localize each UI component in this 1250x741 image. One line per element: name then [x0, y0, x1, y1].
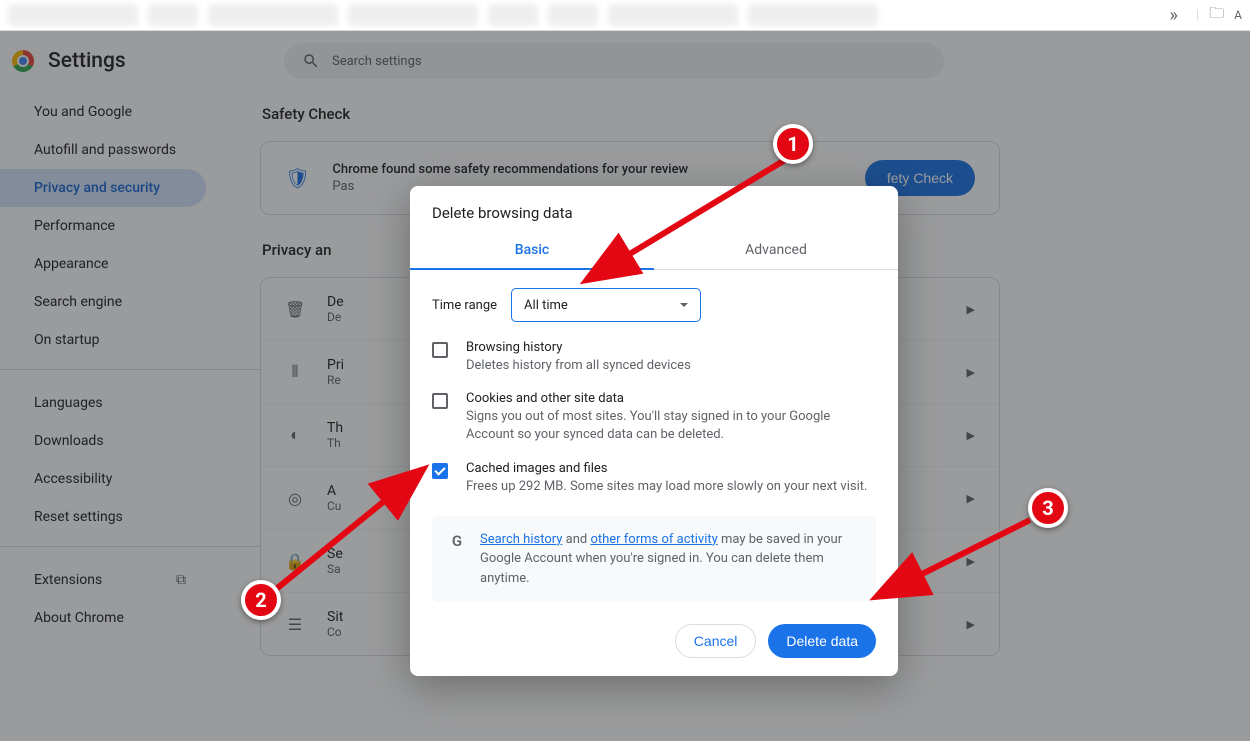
- clear-data-option[interactable]: Cached images and files Frees up 292 MB.…: [410, 453, 898, 504]
- annotation-marker-3: 3: [1028, 488, 1068, 528]
- link-other-activity[interactable]: other forms of activity: [590, 532, 717, 547]
- tab-basic[interactable]: Basic: [410, 232, 654, 270]
- browser-tab[interactable]: [748, 4, 878, 26]
- option-title: Browsing history: [466, 340, 691, 355]
- browser-tab[interactable]: [488, 4, 538, 26]
- option-title: Cookies and other site data: [466, 391, 876, 406]
- browser-tab[interactable]: [8, 4, 138, 26]
- link-search-history[interactable]: Search history: [480, 532, 562, 547]
- google-account-info: G Search history and other forms of acti…: [432, 516, 876, 603]
- browser-tab[interactable]: [348, 4, 478, 26]
- browser-tab[interactable]: [548, 4, 598, 26]
- delete-data-button[interactable]: Delete data: [768, 624, 876, 658]
- annotation-marker-2: 2: [241, 580, 281, 620]
- dialog-title: Delete browsing data: [410, 186, 898, 232]
- option-title: Cached images and files: [466, 461, 867, 476]
- bookmarks-folder-icon[interactable]: 🗀: [1209, 3, 1224, 28]
- time-range-value: All time: [524, 298, 568, 313]
- checkbox[interactable]: [432, 393, 448, 409]
- bookmarks-folder-label: A: [1234, 8, 1242, 22]
- clear-data-option[interactable]: Cookies and other site data Signs you ou…: [410, 383, 898, 452]
- cancel-button[interactable]: Cancel: [675, 624, 757, 658]
- time-range-label: Time range: [432, 298, 497, 313]
- clear-data-option[interactable]: Browsing history Deletes history from al…: [410, 332, 898, 383]
- option-desc: Deletes history from all synced devices: [466, 357, 691, 375]
- checkbox[interactable]: [432, 463, 448, 479]
- annotation-marker-1: 1: [773, 124, 813, 164]
- browser-tabstrip: » | 🗀 A: [0, 0, 1250, 31]
- option-desc: Frees up 292 MB. Some sites may load mor…: [466, 478, 867, 496]
- google-logo-icon: G: [448, 530, 466, 589]
- delete-browsing-data-dialog: Delete browsing data Basic Advanced Time…: [410, 186, 898, 676]
- browser-tab[interactable]: [148, 4, 198, 26]
- option-desc: Signs you out of most sites. You'll stay…: [466, 408, 876, 444]
- tabs-overflow-icon[interactable]: »: [1162, 5, 1186, 26]
- browser-tab[interactable]: [608, 4, 738, 26]
- checkbox[interactable]: [432, 342, 448, 358]
- browser-tab[interactable]: [208, 4, 338, 26]
- time-range-select[interactable]: All time: [511, 288, 701, 322]
- tab-advanced[interactable]: Advanced: [654, 232, 898, 270]
